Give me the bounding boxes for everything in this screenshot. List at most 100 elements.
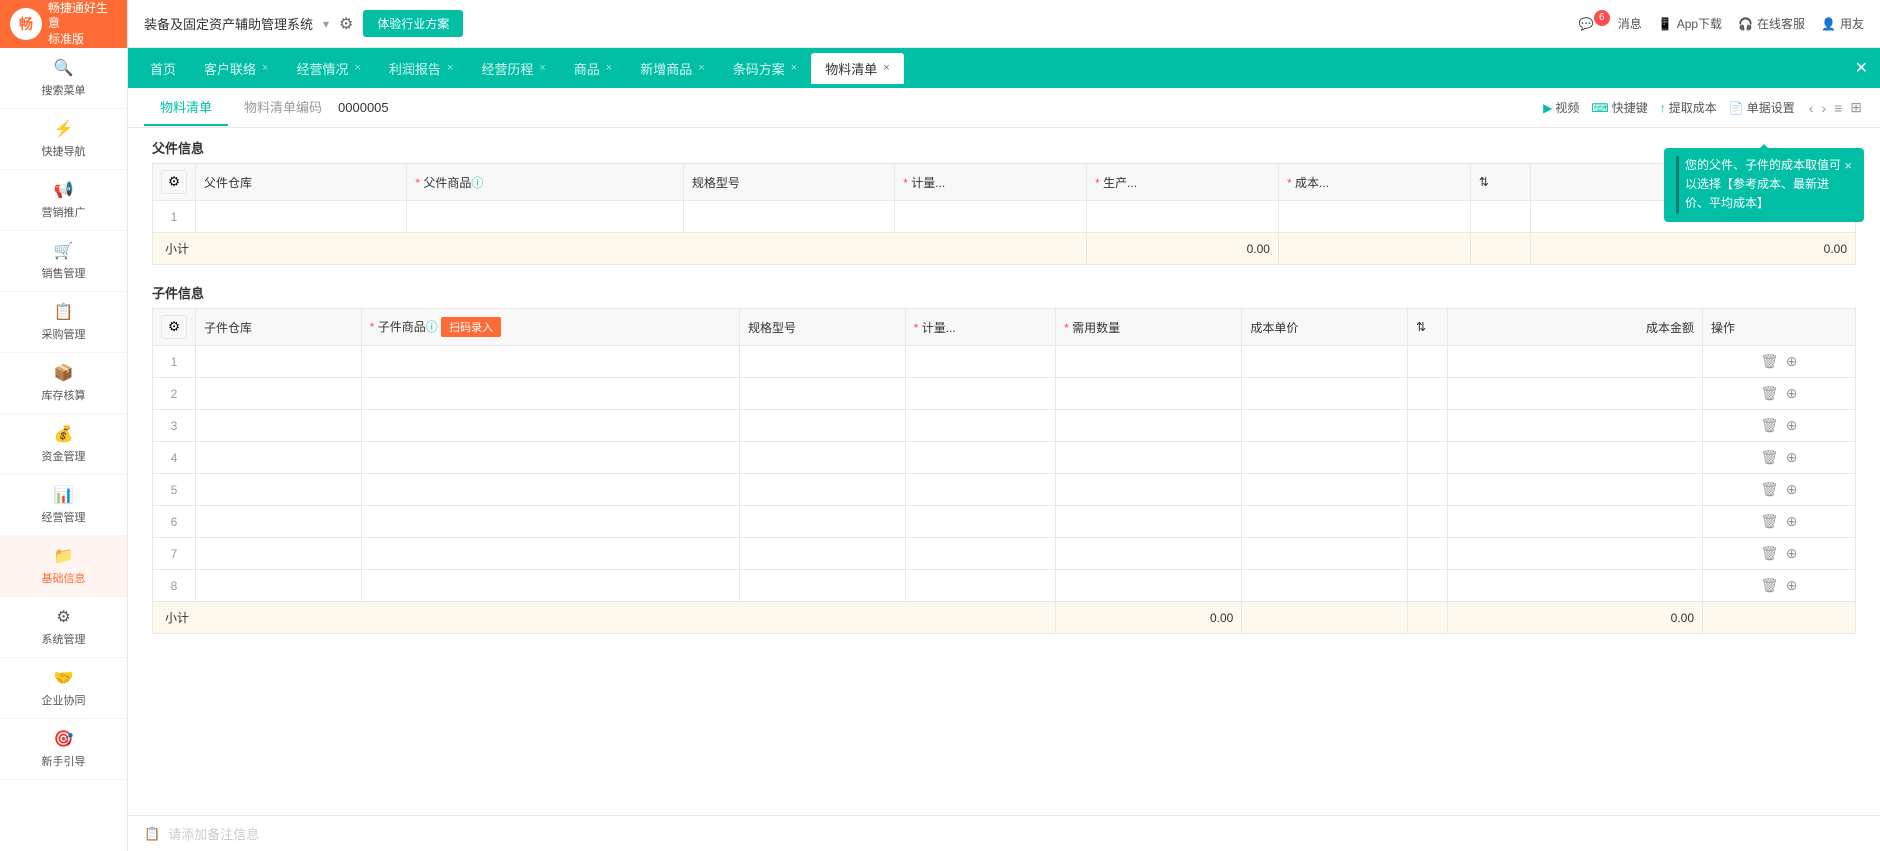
tab-首页[interactable]: 首页 [136, 53, 190, 84]
child-cell-warehouse[interactable] [195, 474, 361, 506]
copy-icon[interactable]: ⊕ [1784, 415, 1800, 436]
child-cell-unit-cost[interactable] [1242, 474, 1408, 506]
child-cell-spec[interactable] [739, 538, 905, 570]
tab-close-icon[interactable]: × [698, 62, 704, 74]
close-all-tabs-icon[interactable]: ✕ [1851, 54, 1872, 82]
tab-close-icon[interactable]: × [883, 62, 889, 74]
sidebar-item-库存核算[interactable]: 📦库存核算 [0, 353, 127, 414]
child-cell-spec[interactable] [739, 506, 905, 538]
child-cell-warehouse[interactable] [195, 442, 361, 474]
child-cell-unit-cost[interactable] [1242, 410, 1408, 442]
note-hint[interactable]: 请添加备注信息 [168, 824, 259, 843]
child-cell-quantity[interactable] [1056, 474, 1242, 506]
sidebar-item-企业协同[interactable]: 🤝企业协同 [0, 658, 127, 719]
child-cell-spec[interactable] [739, 346, 905, 378]
parent-gear-button[interactable]: ⚙ [161, 170, 187, 194]
tab-新增商品[interactable]: 新增商品 × [626, 53, 718, 84]
delete-icon[interactable]: 🗑 [1759, 543, 1781, 564]
child-cell-warehouse[interactable] [195, 570, 361, 602]
delete-icon[interactable]: 🗑 [1759, 479, 1781, 500]
child-cell-unit[interactable] [905, 346, 1055, 378]
sidebar-item-资金管理[interactable]: 💰资金管理 [0, 414, 127, 475]
sidebar-item-营销推广[interactable]: 📢营销推广 [0, 170, 127, 231]
delete-icon[interactable]: 🗑 [1759, 415, 1781, 436]
child-cell-spec[interactable] [739, 378, 905, 410]
delete-icon[interactable]: 🗑 [1759, 575, 1781, 596]
child-cell-product[interactable] [361, 474, 739, 506]
child-cell-quantity[interactable] [1056, 538, 1242, 570]
next-arrow-icon[interactable]: › [1819, 97, 1828, 118]
expand-icon[interactable]: ⊞ [1848, 97, 1864, 118]
tab-条码方案[interactable]: 条码方案 × [719, 53, 811, 84]
child-gear-button[interactable]: ⚙ [161, 315, 187, 339]
sidebar-item-快捷导航[interactable]: ⚡快捷导航 [0, 109, 127, 170]
child-cell-product[interactable] [361, 570, 739, 602]
parent-cell-unit[interactable] [895, 201, 1087, 233]
delete-icon[interactable]: 🗑 [1759, 447, 1781, 468]
child-cell-spec[interactable] [739, 474, 905, 506]
tab-经营情况[interactable]: 经营情况 × [282, 53, 374, 84]
child-cell-unit-cost[interactable] [1242, 538, 1408, 570]
child-cell-unit-cost[interactable] [1242, 506, 1408, 538]
child-cell-quantity[interactable] [1056, 506, 1242, 538]
child-cell-unit-cost[interactable] [1242, 378, 1408, 410]
tab-close-icon[interactable]: × [354, 62, 360, 74]
delete-icon[interactable]: 🗑 [1759, 511, 1781, 532]
child-cell-spec[interactable] [739, 410, 905, 442]
delete-icon[interactable]: 🗑 [1759, 383, 1781, 404]
tab-close-icon[interactable]: × [447, 62, 453, 74]
child-cell-quantity[interactable] [1056, 570, 1242, 602]
tab-物料清单[interactable]: 物料清单 × [811, 53, 903, 84]
copy-icon[interactable]: ⊕ [1784, 479, 1800, 500]
child-cell-warehouse[interactable] [195, 346, 361, 378]
child-cell-product[interactable] [361, 378, 739, 410]
child-cell-spec[interactable] [739, 442, 905, 474]
parent-cell-warehouse[interactable] [195, 201, 406, 233]
sidebar-item-采购管理[interactable]: 📋采购管理 [0, 292, 127, 353]
action-extract-cost[interactable]: ↑ 提取成本 [1660, 99, 1717, 116]
prev-arrow-icon[interactable]: ‹ [1807, 97, 1816, 118]
tab-客户联络[interactable]: 客户联络 × [190, 53, 282, 84]
child-cell-unit-cost[interactable] [1242, 442, 1408, 474]
tab-close-icon[interactable]: × [791, 62, 797, 74]
child-cell-unit[interactable] [905, 538, 1055, 570]
child-cell-product[interactable] [361, 346, 739, 378]
copy-icon[interactable]: ⊕ [1784, 383, 1800, 404]
child-cell-unit-cost[interactable] [1242, 346, 1408, 378]
child-cell-quantity[interactable] [1056, 346, 1242, 378]
message-item[interactable]: 💬 6 消息 [1579, 15, 1642, 32]
settings-icon[interactable]: ⚙ [339, 14, 353, 34]
child-cell-warehouse[interactable] [195, 506, 361, 538]
tab-经营历程[interactable]: 经营历程 × [467, 53, 559, 84]
sidebar-item-经营管理[interactable]: 📊经营管理 [0, 475, 127, 536]
tab-close-icon[interactable]: × [606, 62, 612, 74]
child-cell-quantity[interactable] [1056, 378, 1242, 410]
copy-icon[interactable]: ⊕ [1784, 511, 1800, 532]
tab-close-icon[interactable]: × [262, 62, 268, 74]
parent-cell-product[interactable] [407, 201, 683, 233]
delete-icon[interactable]: 🗑 [1759, 351, 1781, 372]
action-single-settings[interactable]: 📄 单据设置 [1729, 99, 1795, 116]
dropdown-arrow-icon[interactable]: ▾ [323, 17, 329, 31]
copy-icon[interactable]: ⊕ [1784, 447, 1800, 468]
child-cell-warehouse[interactable] [195, 538, 361, 570]
child-cell-quantity[interactable] [1056, 442, 1242, 474]
parent-cell-spec[interactable] [683, 201, 894, 233]
trial-button[interactable]: 体验行业方案 [363, 10, 463, 37]
parent-cell-cost[interactable] [1278, 201, 1470, 233]
action-view[interactable]: ▶ 视频 [1543, 99, 1579, 116]
scan-input-button[interactable]: 扫码录入 [441, 317, 501, 337]
child-cell-unit[interactable] [905, 378, 1055, 410]
child-cell-unit[interactable] [905, 474, 1055, 506]
child-cell-quantity[interactable] [1056, 410, 1242, 442]
list-view-icon[interactable]: ≡ [1832, 97, 1844, 118]
child-cell-unit[interactable] [905, 570, 1055, 602]
tab-利润报告[interactable]: 利润报告 × [375, 53, 467, 84]
sidebar-item-系统管理[interactable]: ⚙系统管理 [0, 597, 127, 658]
copy-icon[interactable]: ⊕ [1784, 543, 1800, 564]
online-service-item[interactable]: 🎧 在线客服 [1738, 15, 1805, 32]
child-cell-product[interactable] [361, 410, 739, 442]
copy-icon[interactable]: ⊕ [1784, 351, 1800, 372]
sidebar-item-基础信息[interactable]: 📁基础信息 [0, 536, 127, 597]
user-item[interactable]: 👤 用友 [1821, 15, 1864, 32]
